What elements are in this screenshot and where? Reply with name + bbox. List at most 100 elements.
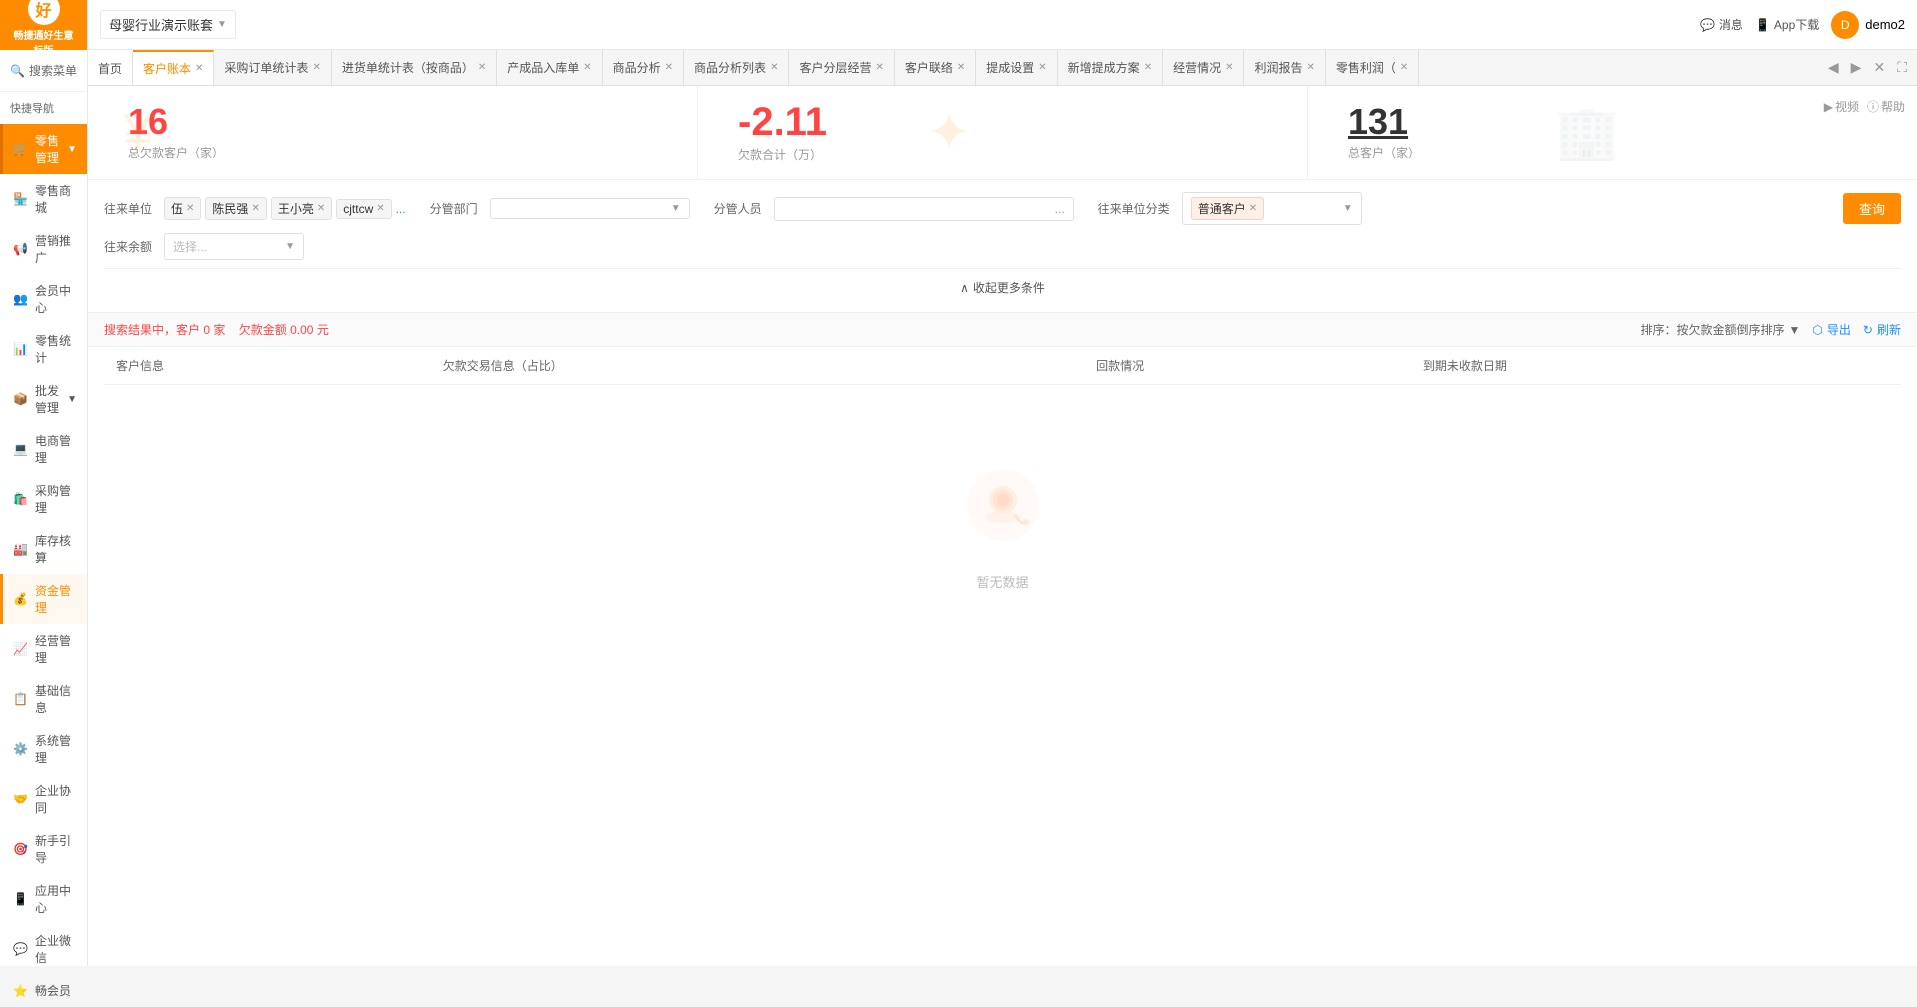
empty-text: 暂无数据 [976, 572, 1028, 591]
workspace-arrow-icon: ▼ [217, 19, 227, 30]
sidebar-item-base-info[interactable]: 📋 基础信息 [0, 674, 87, 724]
collapse-button[interactable]: ∧ 收起更多条件 [960, 275, 1045, 300]
dept-select[interactable]: ▼ [490, 198, 690, 219]
tab-customer-contact-close[interactable]: ✕ [957, 62, 965, 73]
message-button[interactable]: 💬 消息 [1700, 16, 1743, 33]
tab-purchase-stat-by-product-close[interactable]: ✕ [478, 62, 486, 73]
balance-select[interactable]: 选择... ▼ [164, 233, 304, 260]
filter-tags-unit: 伍 ✕ 陈民强 ✕ 王小亮 ✕ cjttcw ✕ ... [164, 197, 406, 220]
sidebar-item-corp-wechat[interactable]: 💬 企业微信 [0, 924, 87, 974]
balance-filter-label: 往来余额 [104, 238, 152, 255]
base-info-label: 基础信息 [35, 682, 77, 716]
sidebar-item-retail-stat[interactable]: 📊 零售统计 [0, 324, 87, 374]
tab-home[interactable]: 首页 [88, 50, 133, 86]
sidebar-item-newbie[interactable]: 🎯 新手引导 [0, 824, 87, 874]
tag-wang-text: 王小亮 [278, 200, 314, 217]
tag-cjttcw-close[interactable]: ✕ [376, 203, 384, 214]
sidebar-item-sys[interactable]: ⚙️ 系统管理 [0, 724, 87, 774]
video-help-btn[interactable]: ▶ 视频 [1824, 98, 1859, 115]
person-filter-label: 分管人员 [714, 200, 762, 217]
ops-label: 经营管理 [35, 632, 77, 666]
tag-wang-close[interactable]: ✕ [317, 203, 325, 214]
sidebar-item-retail-shop[interactable]: 🏪 零售商城 [0, 174, 87, 224]
tab-customer-contact[interactable]: 客户联络 ✕ [895, 50, 976, 86]
sidebar-item-purchase[interactable]: 🛍️ 采购管理 [0, 474, 87, 524]
tab-customer-tier[interactable]: 客户分层经营 ✕ [789, 50, 894, 86]
help-btn[interactable]: ⓘ 帮助 [1867, 98, 1905, 115]
tab-promotion-settings-close[interactable]: ✕ [1038, 62, 1046, 73]
corp-wechat-icon: 💬 [13, 942, 28, 956]
sidebar-item-member[interactable]: 👥 会员中心 [0, 274, 87, 324]
tab-product-analysis[interactable]: 商品分析 ✕ [603, 50, 684, 86]
stat-help: ▶ 视频 ⓘ 帮助 [1824, 98, 1905, 115]
search-menu-button[interactable]: 🔍 搜索菜单 [6, 58, 81, 83]
tab-product-inbound[interactable]: 产成品入库单 ✕ [497, 50, 602, 86]
sidebar-quick-nav-label: 快捷导航 [10, 100, 54, 116]
sidebar-item-retail-mgmt[interactable]: 🛒 零售管理 ▼ [0, 124, 87, 174]
tab-purchase-order-stat[interactable]: 采购订单统计表 ✕ [214, 50, 331, 86]
tag-wu-close[interactable]: ✕ [186, 203, 194, 214]
sidebar-item-vip[interactable]: ⭐ 畅会员 [0, 974, 87, 1007]
marketing-icon: 📢 [13, 242, 28, 256]
tab-retail-profit[interactable]: 零售利润（ ✕ [1326, 50, 1419, 86]
tab-purchase-order-stat-close[interactable]: ✕ [312, 62, 320, 73]
tab-add-promotion-plan-close[interactable]: ✕ [1144, 62, 1152, 73]
empty-icon [963, 465, 1043, 560]
tab-product-analysis-list[interactable]: 商品分析列表 ✕ [684, 50, 789, 86]
unit-class-tag-text: 普通客户 [1198, 200, 1246, 217]
purchase-icon: 🛍️ [13, 492, 28, 506]
tab-purchase-stat-by-product[interactable]: 进货单统计表（按商品） ✕ [332, 50, 497, 86]
tab-add-promotion-plan[interactable]: 新增提成方案 ✕ [1058, 50, 1163, 86]
app-center-icon: 📱 [13, 892, 28, 906]
workspace-selector[interactable]: 母婴行业演示账套 ▼ [100, 10, 236, 39]
corp-wechat-label: 企业微信 [35, 932, 77, 966]
tab-product-analysis-close[interactable]: ✕ [665, 62, 673, 73]
sidebar-item-enterprise[interactable]: 🤝 企业协同 [0, 774, 87, 824]
tab-customer-tier-close[interactable]: ✕ [875, 62, 883, 73]
sort-label: 排序：按欠款金额倒序排序 [1641, 321, 1785, 338]
tab-product-analysis-list-close[interactable]: ✕ [770, 62, 778, 73]
tags-more-btn[interactable]: ... [396, 202, 406, 216]
sidebar-item-quick-nav[interactable]: 快捷导航 [0, 92, 87, 124]
sidebar-item-app-center[interactable]: 📱 应用中心 [0, 874, 87, 924]
tab-customer-book-close[interactable]: ✕ [195, 63, 203, 74]
sidebar-item-finance[interactable]: 💰 资金管理 [0, 574, 87, 624]
user-menu[interactable]: D demo2 [1831, 11, 1905, 39]
tab-retail-profit-close[interactable]: ✕ [1400, 62, 1408, 73]
sys-label: 系统管理 [35, 732, 77, 766]
tab-profit-report-close[interactable]: ✕ [1307, 62, 1315, 73]
query-button[interactable]: 查询 [1843, 193, 1901, 224]
person-select[interactable]: ... [774, 197, 1074, 221]
person-more-icon: ... [1055, 202, 1065, 216]
result-amount: 0.00 [290, 323, 313, 337]
tab-ops-status-close[interactable]: ✕ [1225, 62, 1233, 73]
sidebar-item-ecom[interactable]: 💻 电商管理 [0, 424, 87, 474]
main-area: 母婴行业演示账套 ▼ 💬 消息 📱 App下载 D demo2 首页 客户账本 … [88, 0, 1917, 966]
logo-icon: 好 [28, 0, 60, 25]
tag-chen-close[interactable]: ✕ [251, 203, 259, 214]
tab-promotion-settings[interactable]: 提成设置 ✕ [976, 50, 1057, 86]
retail-mgmt-icon: 🛒 [13, 142, 28, 156]
tab-prev-button[interactable]: ◀ [1824, 57, 1843, 78]
tab-profit-report[interactable]: 利润报告 ✕ [1244, 50, 1325, 86]
unit-filter-label: 往来单位 [104, 200, 152, 217]
refresh-button[interactable]: ↻ 刷新 [1863, 321, 1901, 338]
sidebar-item-inventory[interactable]: 🏭 库存核算 [0, 524, 87, 574]
tab-customer-book[interactable]: 客户账本 ✕ [133, 50, 214, 86]
tab-expand-button[interactable]: ⛶ [1893, 57, 1911, 78]
unit-class-tag-close[interactable]: ✕ [1249, 203, 1257, 214]
sidebar-item-ops[interactable]: 📈 经营管理 [0, 624, 87, 674]
tab-product-inbound-close[interactable]: ✕ [583, 62, 591, 73]
unit-class-select[interactable]: 普通客户 ✕ ▼ [1182, 192, 1362, 225]
app-download-button[interactable]: 📱 App下载 [1755, 16, 1819, 33]
export-button[interactable]: ⬡ 导出 [1812, 321, 1851, 338]
refresh-label: 刷新 [1877, 321, 1901, 338]
tab-next-button[interactable]: ▶ [1847, 57, 1866, 78]
sidebar-item-marketing[interactable]: 📢 营销推广 [0, 224, 87, 274]
inventory-icon: 🏭 [13, 542, 28, 556]
tab-ops-status[interactable]: 经营情况 ✕ [1163, 50, 1244, 86]
retail-shop-label: 零售商城 [35, 182, 77, 216]
sort-selector[interactable]: 排序：按欠款金额倒序排序 ▼ [1641, 321, 1801, 338]
sidebar-item-batch-mgmt[interactable]: 📦 批发管理 ▼ [0, 374, 87, 424]
tab-close-all-button[interactable]: ✕ [1869, 57, 1889, 78]
